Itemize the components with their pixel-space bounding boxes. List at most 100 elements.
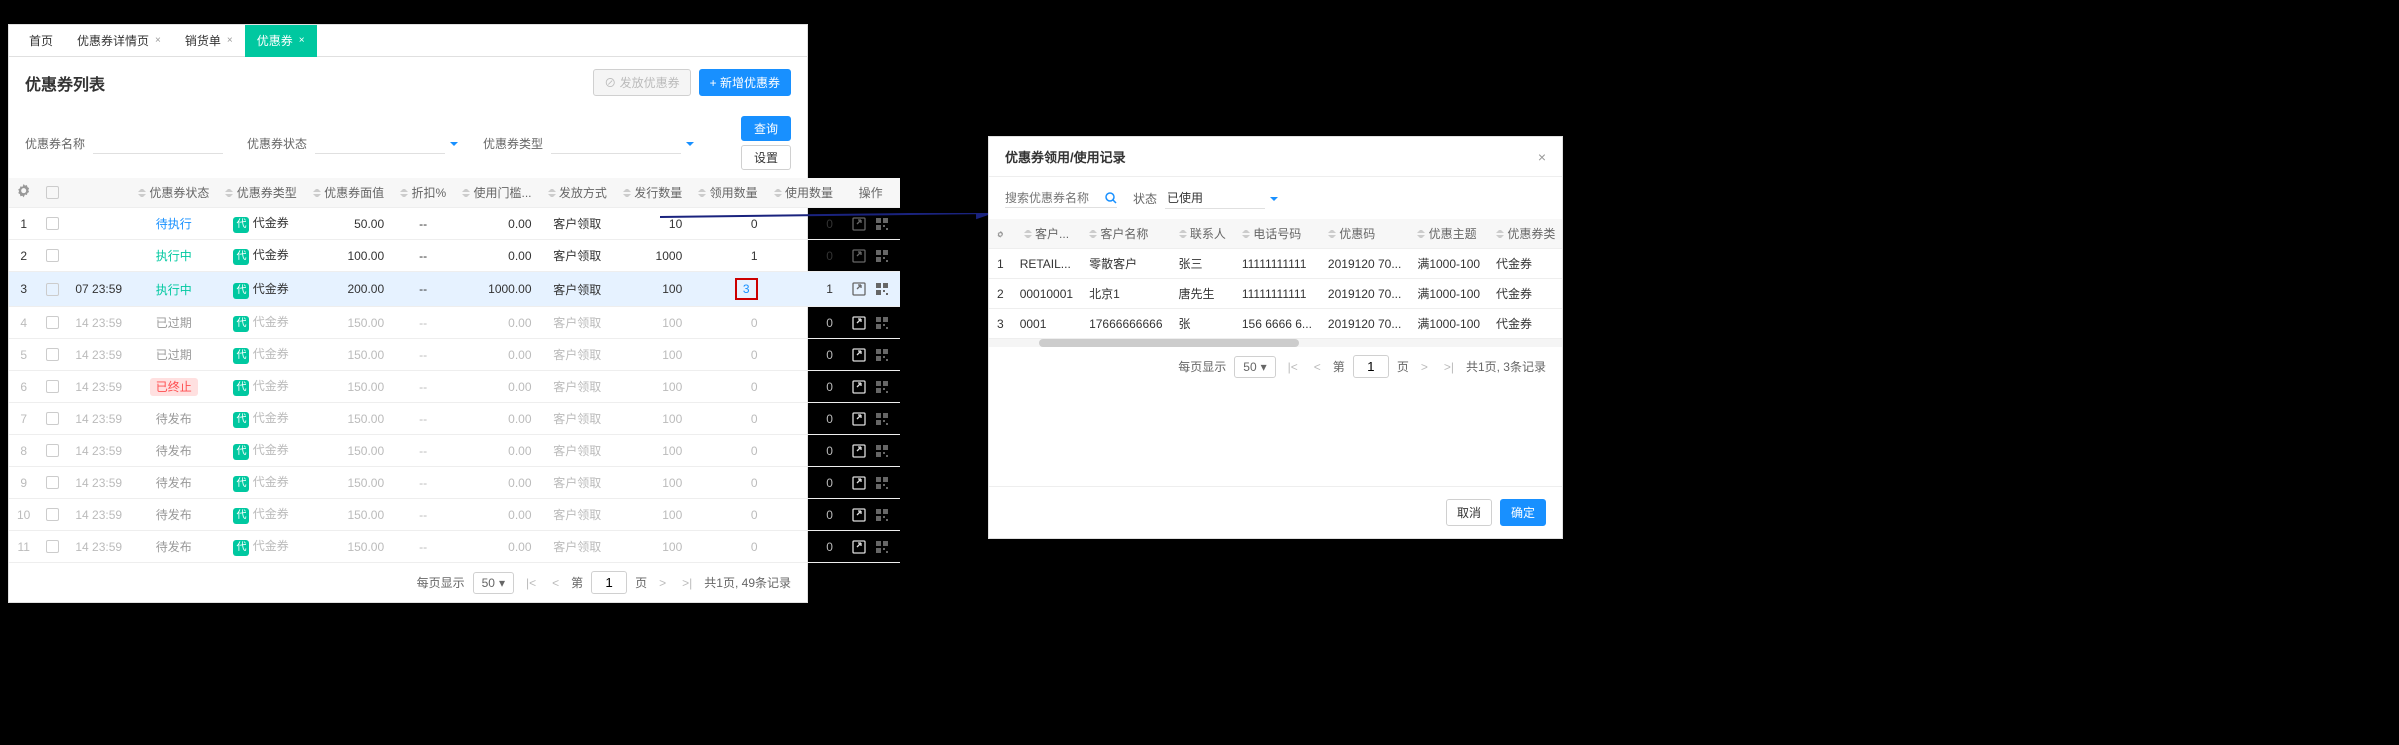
tab-home[interactable]: 首页 — [17, 25, 65, 57]
export-icon[interactable] — [852, 540, 866, 554]
row-checkbox[interactable] — [46, 283, 59, 296]
coupon-status-select[interactable] — [315, 133, 459, 154]
confirm-button[interactable]: 确定 — [1500, 499, 1546, 526]
export-icon[interactable] — [852, 444, 866, 458]
tab-coupon-detail[interactable]: 优惠券详情页× — [65, 25, 173, 57]
sort-icon[interactable] — [313, 189, 321, 199]
close-icon[interactable]: × — [155, 35, 161, 46]
table-row[interactable]: 5 14 23:59 已过期 代 代金券 150.00 -- 0.00 客户领取… — [9, 339, 900, 371]
table-row[interactable]: 1 RETAIL... 零散客户 张三 11111111111 2019120 … — [989, 249, 1562, 279]
row-checkbox[interactable] — [46, 217, 59, 230]
prev-page-button[interactable]: < — [548, 576, 563, 590]
tab-coupon[interactable]: 优惠券× — [245, 25, 317, 57]
sort-icon[interactable] — [138, 189, 146, 199]
close-icon[interactable]: × — [1538, 149, 1546, 165]
row-checkbox[interactable] — [46, 508, 59, 521]
last-page-button[interactable]: >| — [678, 576, 696, 590]
page-input[interactable] — [591, 571, 627, 594]
prev-page-button[interactable]: < — [1310, 360, 1325, 374]
per-page-select[interactable]: 50 ▾ — [1234, 356, 1275, 378]
sort-icon[interactable] — [698, 189, 706, 199]
table-row[interactable]: 2 00010001 北京1 唐先生 11111111111 2019120 7… — [989, 279, 1562, 309]
row-checkbox[interactable] — [46, 412, 59, 425]
qrcode-icon[interactable] — [875, 249, 889, 263]
export-icon[interactable] — [852, 249, 866, 263]
page-input[interactable] — [1353, 355, 1389, 378]
gear-icon[interactable] — [997, 227, 1004, 241]
close-icon[interactable]: × — [227, 35, 233, 46]
sort-icon[interactable] — [225, 189, 233, 199]
first-page-button[interactable]: |< — [1284, 360, 1302, 374]
row-checkbox[interactable] — [46, 380, 59, 393]
export-icon[interactable] — [852, 282, 866, 296]
first-page-button[interactable]: |< — [522, 576, 540, 590]
next-page-button[interactable]: > — [1417, 360, 1432, 374]
export-icon[interactable] — [852, 508, 866, 522]
add-coupon-button[interactable]: + 新增优惠券 — [699, 69, 791, 96]
qrcode-icon[interactable] — [875, 412, 889, 426]
search-icon[interactable] — [1105, 192, 1117, 204]
export-icon[interactable] — [852, 217, 866, 231]
sort-icon[interactable] — [1179, 230, 1187, 240]
tab-sales-order[interactable]: 销货单× — [173, 25, 245, 57]
table-row[interactable]: 10 14 23:59 待发布 代 代金券 150.00 -- 0.00 客户领… — [9, 499, 900, 531]
select-input[interactable] — [315, 133, 445, 154]
coupon-type-select[interactable] — [551, 133, 695, 154]
sort-icon[interactable] — [400, 189, 408, 199]
claimed-count-link[interactable]: 3 — [735, 278, 758, 300]
row-checkbox[interactable] — [46, 540, 59, 553]
export-icon[interactable] — [852, 412, 866, 426]
dialog-search-input[interactable] — [1005, 191, 1105, 205]
sort-icon[interactable] — [623, 189, 631, 199]
distribute-coupon-button[interactable]: ⊘ 发放优惠券 — [593, 69, 690, 96]
sort-icon[interactable] — [548, 189, 556, 199]
sort-icon[interactable] — [774, 189, 782, 199]
table-row[interactable]: 4 14 23:59 已过期 代 代金券 150.00 -- 0.00 客户领取… — [9, 307, 900, 339]
per-page-select[interactable]: 50 ▾ — [473, 572, 514, 594]
close-icon[interactable]: × — [299, 35, 305, 46]
qrcode-icon[interactable] — [875, 316, 889, 330]
export-icon[interactable] — [852, 476, 866, 490]
dialog-status-select[interactable]: 已使用 — [1165, 187, 1279, 209]
table-row[interactable]: 6 14 23:59 已终止 代 代金券 150.00 -- 0.00 客户领取… — [9, 371, 900, 403]
qrcode-icon[interactable] — [875, 444, 889, 458]
horizontal-scrollbar[interactable] — [989, 339, 1562, 347]
select-all-checkbox[interactable] — [46, 186, 59, 199]
cancel-button[interactable]: 取消 — [1446, 499, 1492, 526]
table-row[interactable]: 3 0001 17666666666 张 156 6666 6... 20191… — [989, 309, 1562, 339]
settings-button[interactable]: 设置 — [741, 145, 791, 170]
row-checkbox[interactable] — [46, 476, 59, 489]
qrcode-icon[interactable] — [875, 348, 889, 362]
last-page-button[interactable]: >| — [1440, 360, 1458, 374]
table-row[interactable]: 9 14 23:59 待发布 代 代金券 150.00 -- 0.00 客户领取… — [9, 467, 900, 499]
sort-icon[interactable] — [1496, 230, 1504, 240]
qrcode-icon[interactable] — [875, 508, 889, 522]
export-icon[interactable] — [852, 348, 866, 362]
table-row[interactable]: 11 14 23:59 待发布 代 代金券 150.00 -- 0.00 客户领… — [9, 531, 900, 563]
row-checkbox[interactable] — [46, 444, 59, 457]
qrcode-icon[interactable] — [875, 380, 889, 394]
sort-icon[interactable] — [1024, 230, 1032, 240]
qrcode-icon[interactable] — [875, 282, 889, 296]
next-page-button[interactable]: > — [655, 576, 670, 590]
coupon-name-input[interactable] — [93, 133, 223, 154]
gear-icon[interactable] — [17, 187, 30, 201]
row-checkbox[interactable] — [46, 316, 59, 329]
sort-icon[interactable] — [1417, 230, 1425, 240]
qrcode-icon[interactable] — [875, 217, 889, 231]
query-button[interactable]: 查询 — [741, 116, 791, 141]
table-row[interactable]: 8 14 23:59 待发布 代 代金券 150.00 -- 0.00 客户领取… — [9, 435, 900, 467]
row-checkbox[interactable] — [46, 348, 59, 361]
qrcode-icon[interactable] — [875, 540, 889, 554]
table-row[interactable]: 3 07 23:59 执行中 代 代金券 200.00 -- 1000.00 客… — [9, 272, 900, 307]
sort-icon[interactable] — [1242, 230, 1250, 240]
sort-icon[interactable] — [462, 189, 470, 199]
table-row[interactable]: 7 14 23:59 待发布 代 代金券 150.00 -- 0.00 客户领取… — [9, 403, 900, 435]
export-icon[interactable] — [852, 316, 866, 330]
qrcode-icon[interactable] — [875, 476, 889, 490]
row-checkbox[interactable] — [46, 249, 59, 262]
select-input[interactable] — [551, 133, 681, 154]
sort-icon[interactable] — [1328, 230, 1336, 240]
table-row[interactable]: 2 执行中 代 代金券 100.00 -- 0.00 客户领取 1000 1 0 — [9, 240, 900, 272]
sort-icon[interactable] — [1089, 230, 1097, 240]
